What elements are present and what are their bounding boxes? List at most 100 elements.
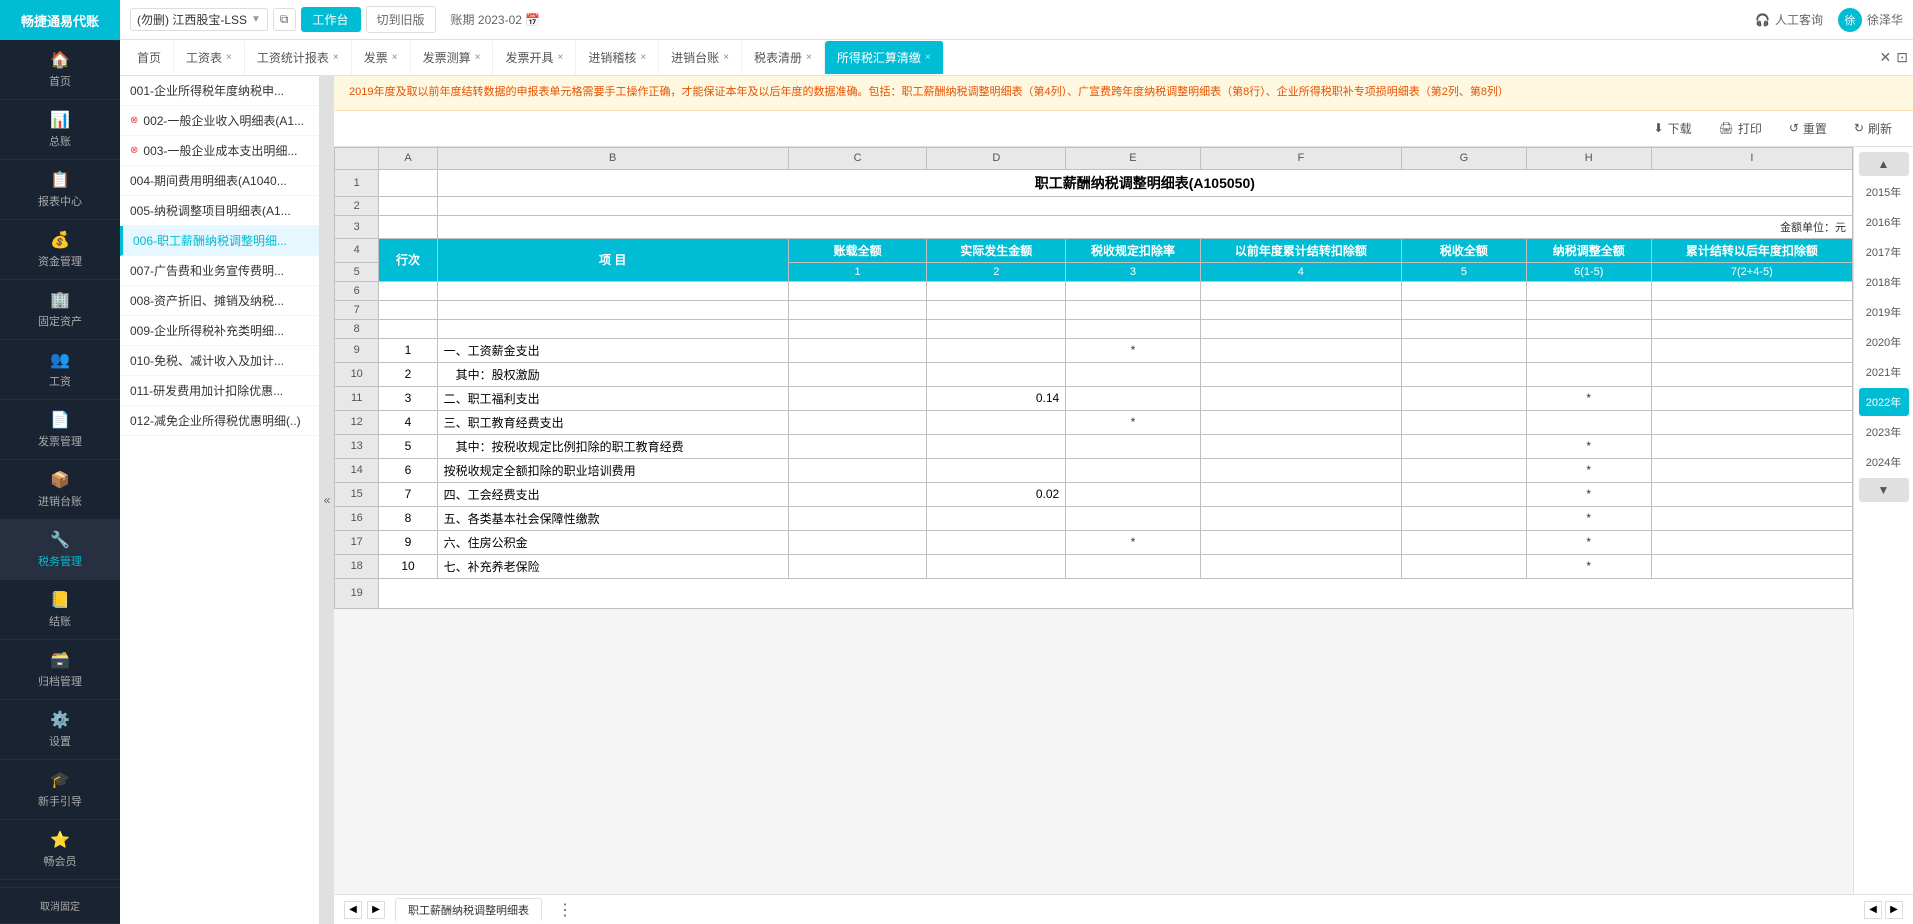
file-item-004[interactable]: 004-期间费用明细表(A1040...: [120, 166, 319, 196]
tab-invoice-close[interactable]: ×: [392, 52, 398, 63]
cell-a1[interactable]: [379, 169, 437, 196]
scroll-left-button[interactable]: ◀: [344, 901, 362, 919]
cell-f17[interactable]: [1200, 530, 1401, 554]
tab-invoice-issue[interactable]: 发票开具 ×: [493, 41, 576, 74]
cell-b16[interactable]: 五、各类基本社会保障性缴款: [437, 506, 788, 530]
cell-d17[interactable]: [927, 530, 1066, 554]
cell-e13[interactable]: [1066, 434, 1201, 458]
tab-sales-ledger-close[interactable]: ×: [723, 52, 729, 63]
cell-d8[interactable]: [927, 319, 1066, 338]
company-selector[interactable]: (勿删) 江西股宝-LSS ▼: [130, 8, 268, 31]
cell-a8[interactable]: [379, 319, 437, 338]
cell-a15[interactable]: 7: [379, 482, 437, 506]
tab-payroll-stats-close[interactable]: ×: [333, 52, 339, 63]
cell-i12[interactable]: [1651, 410, 1852, 434]
tab-invoice-issue-close[interactable]: ×: [557, 52, 563, 63]
year-2019[interactable]: 2019年: [1859, 298, 1909, 326]
cell-i17[interactable]: [1651, 530, 1852, 554]
year-2021[interactable]: 2021年: [1859, 358, 1909, 386]
cell-g6[interactable]: [1401, 281, 1526, 300]
cell-c16[interactable]: [788, 506, 927, 530]
cell-f11[interactable]: [1200, 386, 1401, 410]
cell-f9[interactable]: [1200, 338, 1401, 362]
sheet-options-icon[interactable]: ⋮: [557, 900, 573, 920]
file-item-006[interactable]: 006-职工薪酬纳税调整明细...: [120, 226, 319, 256]
scroll-left-end-button[interactable]: ◀: [1864, 901, 1882, 919]
cell-i14[interactable]: [1651, 458, 1852, 482]
cell-b11[interactable]: 二、职工福利支出: [437, 386, 788, 410]
cell-b10[interactable]: 其中：股权激励: [437, 362, 788, 386]
user-menu[interactable]: 徐 徐泽华: [1838, 8, 1903, 32]
cell-d10[interactable]: [927, 362, 1066, 386]
cell-b15[interactable]: 四、工会经费支出: [437, 482, 788, 506]
cell-a13[interactable]: 5: [379, 434, 437, 458]
tab-sales-check-close[interactable]: ×: [640, 52, 646, 63]
cell-d14[interactable]: [927, 458, 1066, 482]
cell-i11[interactable]: [1651, 386, 1852, 410]
tab-payroll[interactable]: 工资表 ×: [174, 41, 245, 74]
cell-d6[interactable]: [927, 281, 1066, 300]
cell-d7[interactable]: [927, 300, 1066, 319]
workspace-button[interactable]: 工作台: [301, 7, 361, 32]
download-button[interactable]: ⬇ 下载: [1648, 117, 1698, 140]
copy-button[interactable]: ⧉: [273, 8, 296, 31]
cell-e8[interactable]: [1066, 319, 1201, 338]
cell-h16[interactable]: *: [1526, 506, 1651, 530]
cell-h13[interactable]: *: [1526, 434, 1651, 458]
cell-a14[interactable]: 6: [379, 458, 437, 482]
cell-a11[interactable]: 3: [379, 386, 437, 410]
year-2015[interactable]: 2015年: [1859, 178, 1909, 206]
cell-h12[interactable]: [1526, 410, 1651, 434]
cell-a10[interactable]: 2: [379, 362, 437, 386]
cell-f14[interactable]: [1200, 458, 1401, 482]
cell-c7[interactable]: [788, 300, 927, 319]
sidebar-item-general-ledger[interactable]: 📊 总账: [0, 100, 120, 160]
cell-empty-19[interactable]: [379, 578, 1853, 608]
cell-i16[interactable]: [1651, 506, 1852, 530]
cell-f10[interactable]: [1200, 362, 1401, 386]
cell-f8[interactable]: [1200, 319, 1401, 338]
cell-g11[interactable]: [1401, 386, 1526, 410]
year-2020[interactable]: 2020年: [1859, 328, 1909, 356]
cell-d13[interactable]: [927, 434, 1066, 458]
cell-e16[interactable]: [1066, 506, 1201, 530]
cell-h10[interactable]: [1526, 362, 1651, 386]
scroll-right-button[interactable]: ▶: [367, 901, 385, 919]
cell-a7[interactable]: [379, 300, 437, 319]
cell-a2[interactable]: [379, 196, 437, 215]
cell-c15[interactable]: [788, 482, 927, 506]
file-item-010[interactable]: 010-免税、减计收入及加计...: [120, 346, 319, 376]
support-link[interactable]: 🎧 人工客询: [1755, 11, 1823, 28]
cell-i7[interactable]: [1651, 300, 1852, 319]
cell-h6[interactable]: [1526, 281, 1651, 300]
sidebar-item-guide[interactable]: 🎓 新手引导: [0, 760, 120, 820]
sidebar-item-close[interactable]: 📒 结账: [0, 580, 120, 640]
file-item-003[interactable]: ⊗ 003-一般企业成本支出明细...: [120, 136, 319, 166]
tab-sales-ledger[interactable]: 进销台账 ×: [659, 41, 742, 74]
year-2022[interactable]: 2022年: [1859, 388, 1909, 416]
cell-h14[interactable]: *: [1526, 458, 1651, 482]
tab-invoice-calc[interactable]: 发票测算 ×: [411, 41, 494, 74]
sheet-scroll[interactable]: A B C D E F G H I: [334, 147, 1853, 894]
cell-h17[interactable]: *: [1526, 530, 1651, 554]
year-up-button[interactable]: ▲: [1859, 152, 1909, 176]
cell-i8[interactable]: [1651, 319, 1852, 338]
cell-g16[interactable]: [1401, 506, 1526, 530]
cell-g14[interactable]: [1401, 458, 1526, 482]
cell-i10[interactable]: [1651, 362, 1852, 386]
tab-invoice[interactable]: 发票 ×: [352, 41, 411, 74]
cell-d11[interactable]: 0.14: [927, 386, 1066, 410]
cell-c10[interactable]: [788, 362, 927, 386]
cell-b17[interactable]: 六、住房公积金: [437, 530, 788, 554]
sidebar-item-vip[interactable]: ⭐ 畅会员: [0, 820, 120, 880]
year-2018[interactable]: 2018年: [1859, 268, 1909, 296]
year-2024[interactable]: 2024年: [1859, 448, 1909, 476]
cell-g17[interactable]: [1401, 530, 1526, 554]
cell-g8[interactable]: [1401, 319, 1526, 338]
cell-b8[interactable]: [437, 319, 788, 338]
cell-g9[interactable]: [1401, 338, 1526, 362]
tab-close-button[interactable]: ✕: [1880, 49, 1892, 66]
cell-b6[interactable]: [437, 281, 788, 300]
old-version-button[interactable]: 切到旧版: [366, 6, 436, 33]
cell-i6[interactable]: [1651, 281, 1852, 300]
